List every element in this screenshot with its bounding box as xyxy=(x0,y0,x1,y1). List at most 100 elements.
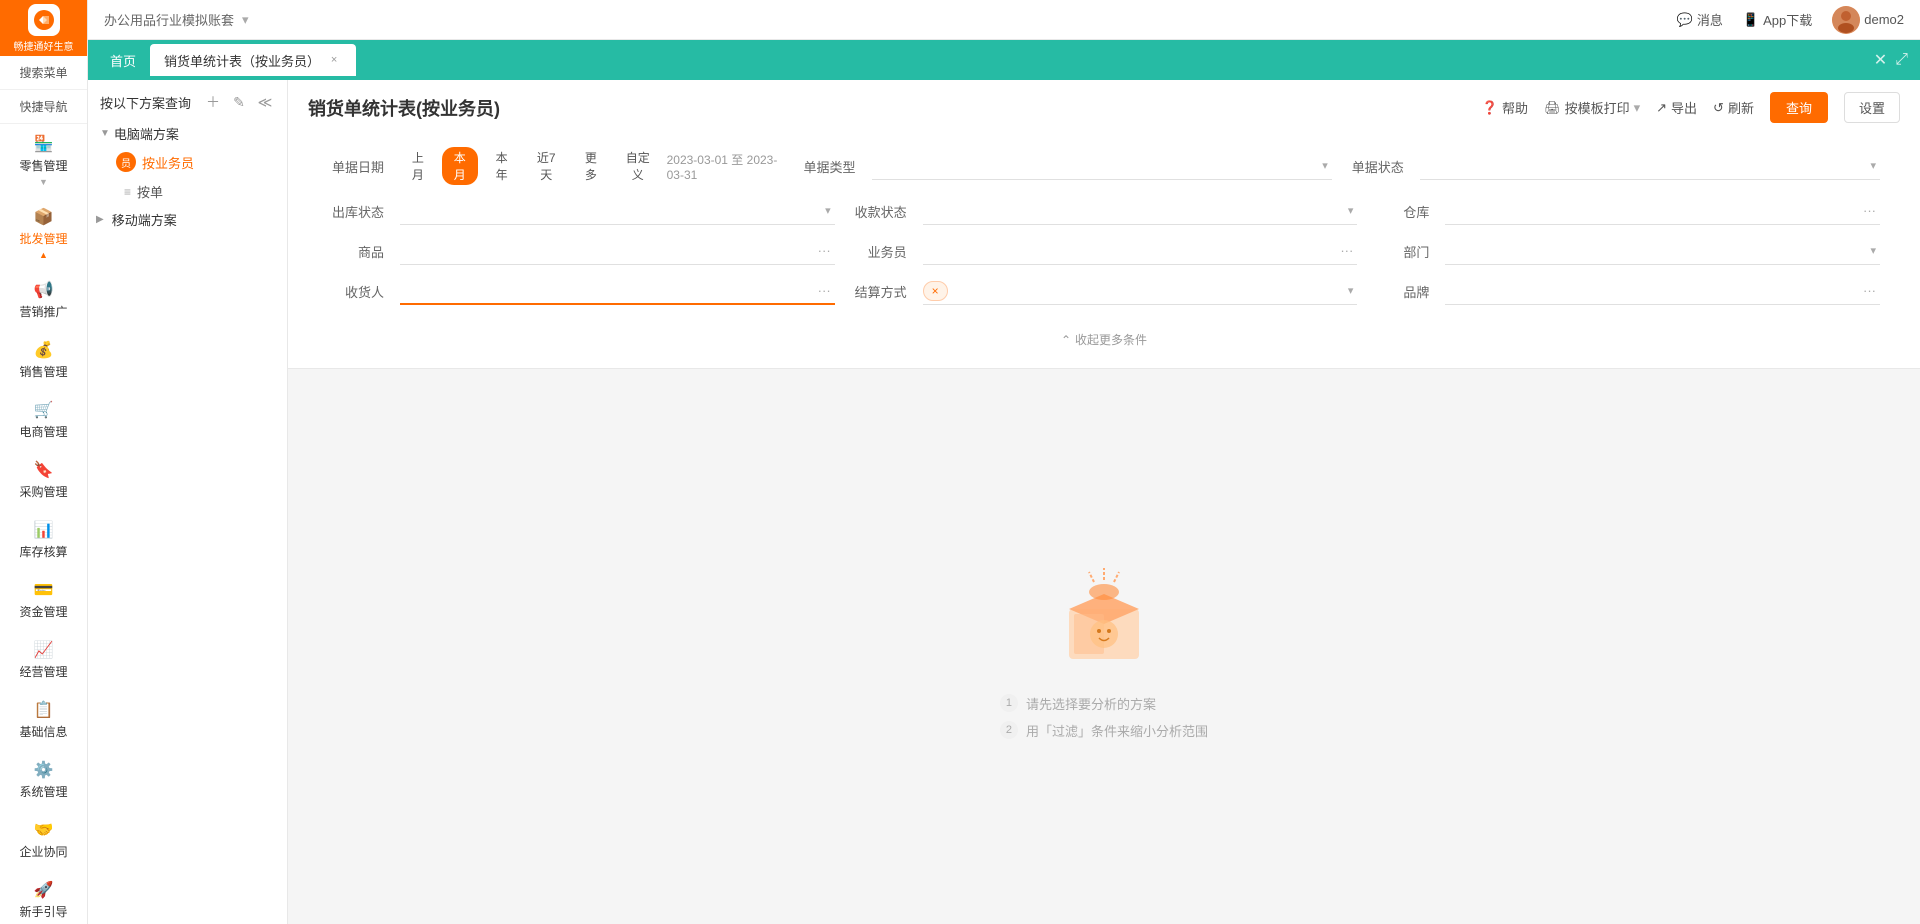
tab-sales-stat-label: 销货单统计表（按业务员） xyxy=(164,51,320,70)
receiver-filter[interactable]: ··· xyxy=(400,277,835,305)
salesperson-dots: ··· xyxy=(1340,243,1353,258)
sidebar-item-purchase[interactable]: 🔖 采购管理 xyxy=(0,450,87,510)
out-status-arrow: ▾ xyxy=(825,204,831,217)
message-btn[interactable]: 💬 消息 xyxy=(1677,10,1723,29)
sidebar-search[interactable]: 搜索菜单 xyxy=(0,56,87,90)
collapse-panel-btn[interactable]: ≪ xyxy=(255,92,275,112)
query-button[interactable]: 查询 xyxy=(1770,92,1828,123)
desktop-scheme-group: ▼ 电脑端方案 员 按业务员 ≡ 按单 xyxy=(88,120,287,206)
settings-button[interactable]: 设置 xyxy=(1844,92,1900,123)
brand-filter[interactable]: ··· xyxy=(1445,277,1880,305)
marketing-icon: 📢 xyxy=(34,280,54,300)
sidebar-item-operation-label: 经营管理 xyxy=(19,663,67,680)
sidebar-quick-nav[interactable]: 快捷导航 xyxy=(0,90,87,124)
scheme-salesperson[interactable]: 员 按业务员 xyxy=(96,147,279,177)
sidebar-item-retail[interactable]: 🏪 零售管理 ▼ xyxy=(0,124,87,197)
add-scheme-btn[interactable]: ＋ xyxy=(203,92,223,112)
receipt-status-filter[interactable]: ▾ xyxy=(923,197,1358,225)
sidebar-item-wholesale[interactable]: 📦 批发管理 ▲ xyxy=(0,197,87,270)
page-header: 销货单统计表(按业务员) ❓ 帮助 🖨 按模板打印 ▾ ↗ xyxy=(288,80,1920,369)
sidebar-item-operation[interactable]: 📈 经营管理 xyxy=(0,630,87,690)
goods-dots: ··· xyxy=(818,243,831,258)
newbie-icon: 🚀 xyxy=(34,880,54,900)
doc-type-arrow: ▾ xyxy=(1322,159,1328,172)
salesperson-filter[interactable]: ··· xyxy=(923,237,1358,265)
inventory-icon: 📊 xyxy=(34,520,54,540)
print-icon: 🖨 xyxy=(1544,100,1561,116)
tab-close-btn[interactable]: × xyxy=(326,52,342,68)
doc-status-filter[interactable]: ▾ xyxy=(1420,152,1880,180)
content-area: 按以下方案查询 ＋ ✎ ≪ ▼ 电脑端方案 员 按业务员 ≡ xyxy=(88,80,1920,924)
export-btn[interactable]: ↗ 导出 xyxy=(1656,98,1697,117)
doc-status-arrow: ▾ xyxy=(1870,159,1876,172)
refresh-label: 刷新 xyxy=(1728,98,1754,117)
tab-sales-stat[interactable]: 销货单统计表（按业务员） × xyxy=(150,44,356,76)
empty-hint-1: 1 请先选择要分析的方案 xyxy=(1000,694,1208,713)
left-panel: 按以下方案查询 ＋ ✎ ≪ ▼ 电脑端方案 员 按业务员 ≡ xyxy=(88,80,288,924)
tab-home[interactable]: 首页 xyxy=(96,44,150,76)
system-icon: ⚙️ xyxy=(34,760,54,780)
out-status-filter[interactable]: ▾ xyxy=(400,197,835,225)
tab-close-all-icon[interactable]: ✕ xyxy=(1874,50,1887,70)
receipt-status-arrow: ▾ xyxy=(1348,204,1354,217)
tab-maximize-icon[interactable]: ⤢ xyxy=(1895,51,1908,69)
sidebar-item-marketing[interactable]: 📢 营销推广 xyxy=(0,270,87,330)
collapse-btn[interactable]: ⌃ 收起更多条件 xyxy=(1053,323,1155,356)
sidebar-item-enterprise[interactable]: 🤝 企业协同 xyxy=(0,810,87,870)
brand-dots: ··· xyxy=(1863,283,1876,298)
doc-type-label: 单据类型 xyxy=(800,157,856,176)
template-print-btn[interactable]: 🖨 按模板打印 ▾ xyxy=(1544,98,1640,117)
help-label: 帮助 xyxy=(1502,98,1528,117)
help-btn[interactable]: ❓ 帮助 xyxy=(1482,98,1528,117)
doc-type-filter[interactable]: ▾ xyxy=(872,152,1332,180)
mobile-scheme-arrow: ▶ xyxy=(96,214,104,225)
warehouse-filter[interactable]: ··· xyxy=(1445,197,1880,225)
tabbar: 首页 销货单统计表（按业务员） × ✕ ⤢ xyxy=(88,40,1920,80)
goods-filter[interactable]: ··· xyxy=(400,237,835,265)
wholesale-icon: 📦 xyxy=(34,207,54,227)
date-last-month-btn[interactable]: 上月 xyxy=(400,147,436,185)
out-status-label: 出库状态 xyxy=(328,202,384,221)
sidebar-item-basic[interactable]: 📋 基础信息 xyxy=(0,690,87,750)
avatar xyxy=(1832,6,1860,34)
ecommerce-icon: 🛒 xyxy=(34,400,54,420)
topbar: 办公用品行业模拟账套 ▾ 💬 消息 📱 App下载 de xyxy=(88,0,1920,40)
sidebar-item-ecommerce[interactable]: 🛒 电商管理 xyxy=(0,390,87,450)
date-this-month-btn[interactable]: 本月 xyxy=(442,147,478,185)
desktop-scheme-label: 电脑端方案 xyxy=(114,124,275,143)
purchase-icon: 🔖 xyxy=(34,460,54,480)
date-this-year-btn[interactable]: 本年 xyxy=(484,147,520,185)
date-last7-btn[interactable]: 近7天 xyxy=(526,147,567,185)
brand-label: 品牌 xyxy=(1373,282,1429,301)
payment-method-label: 结算方式 xyxy=(851,282,907,301)
collapse-icon: ⌃ xyxy=(1061,333,1071,347)
template-print-label: 按模板打印 xyxy=(1565,98,1630,117)
breadcrumb-dropdown[interactable]: ▾ xyxy=(242,12,249,28)
print-dropdown-arrow: ▾ xyxy=(1634,100,1641,116)
sidebar-item-sales[interactable]: 💰 销售管理 xyxy=(0,330,87,390)
empty-state: 1 请先选择要分析的方案 2 用「过滤」条件来缩小分析范围 xyxy=(288,369,1920,924)
filter-row-3: 商品 ··· 业务员 ··· 部门 ▾ xyxy=(328,237,1880,265)
department-filter[interactable]: ▾ xyxy=(1445,237,1880,265)
date-more-btn[interactable]: 更多 xyxy=(573,147,609,185)
app-download-btn[interactable]: 📱 App下载 xyxy=(1743,10,1812,29)
payment-method-filter[interactable]: × ▾ xyxy=(923,277,1358,305)
operation-icon: 📈 xyxy=(34,640,54,660)
refresh-btn[interactable]: ↺ 刷新 xyxy=(1713,98,1754,117)
sidebar-item-ecommerce-label: 电商管理 xyxy=(19,423,67,440)
date-custom-btn[interactable]: 自定义 xyxy=(615,147,661,185)
sidebar-item-system[interactable]: ⚙️ 系统管理 xyxy=(0,750,87,810)
sidebar-item-finance[interactable]: 💳 资金管理 xyxy=(0,570,87,630)
desktop-scheme-header[interactable]: ▼ 电脑端方案 xyxy=(96,120,279,147)
payment-tag-close[interactable]: × xyxy=(932,284,939,298)
sidebar-item-inventory-label: 库存核算 xyxy=(19,543,67,560)
receiver-label: 收货人 xyxy=(328,282,384,301)
user-info[interactable]: demo2 xyxy=(1832,6,1904,34)
scheme-order[interactable]: ≡ 按单 xyxy=(96,177,279,206)
department-arrow: ▾ xyxy=(1870,244,1876,257)
mobile-scheme-header[interactable]: ▶ 移动端方案 xyxy=(88,206,287,233)
date-range: 2023-03-01 至 2023-03-31 xyxy=(667,151,784,182)
sidebar-item-newbie[interactable]: 🚀 新手引导 xyxy=(0,870,87,924)
sidebar-item-inventory[interactable]: 📊 库存核算 xyxy=(0,510,87,570)
edit-scheme-btn[interactable]: ✎ xyxy=(229,92,249,112)
